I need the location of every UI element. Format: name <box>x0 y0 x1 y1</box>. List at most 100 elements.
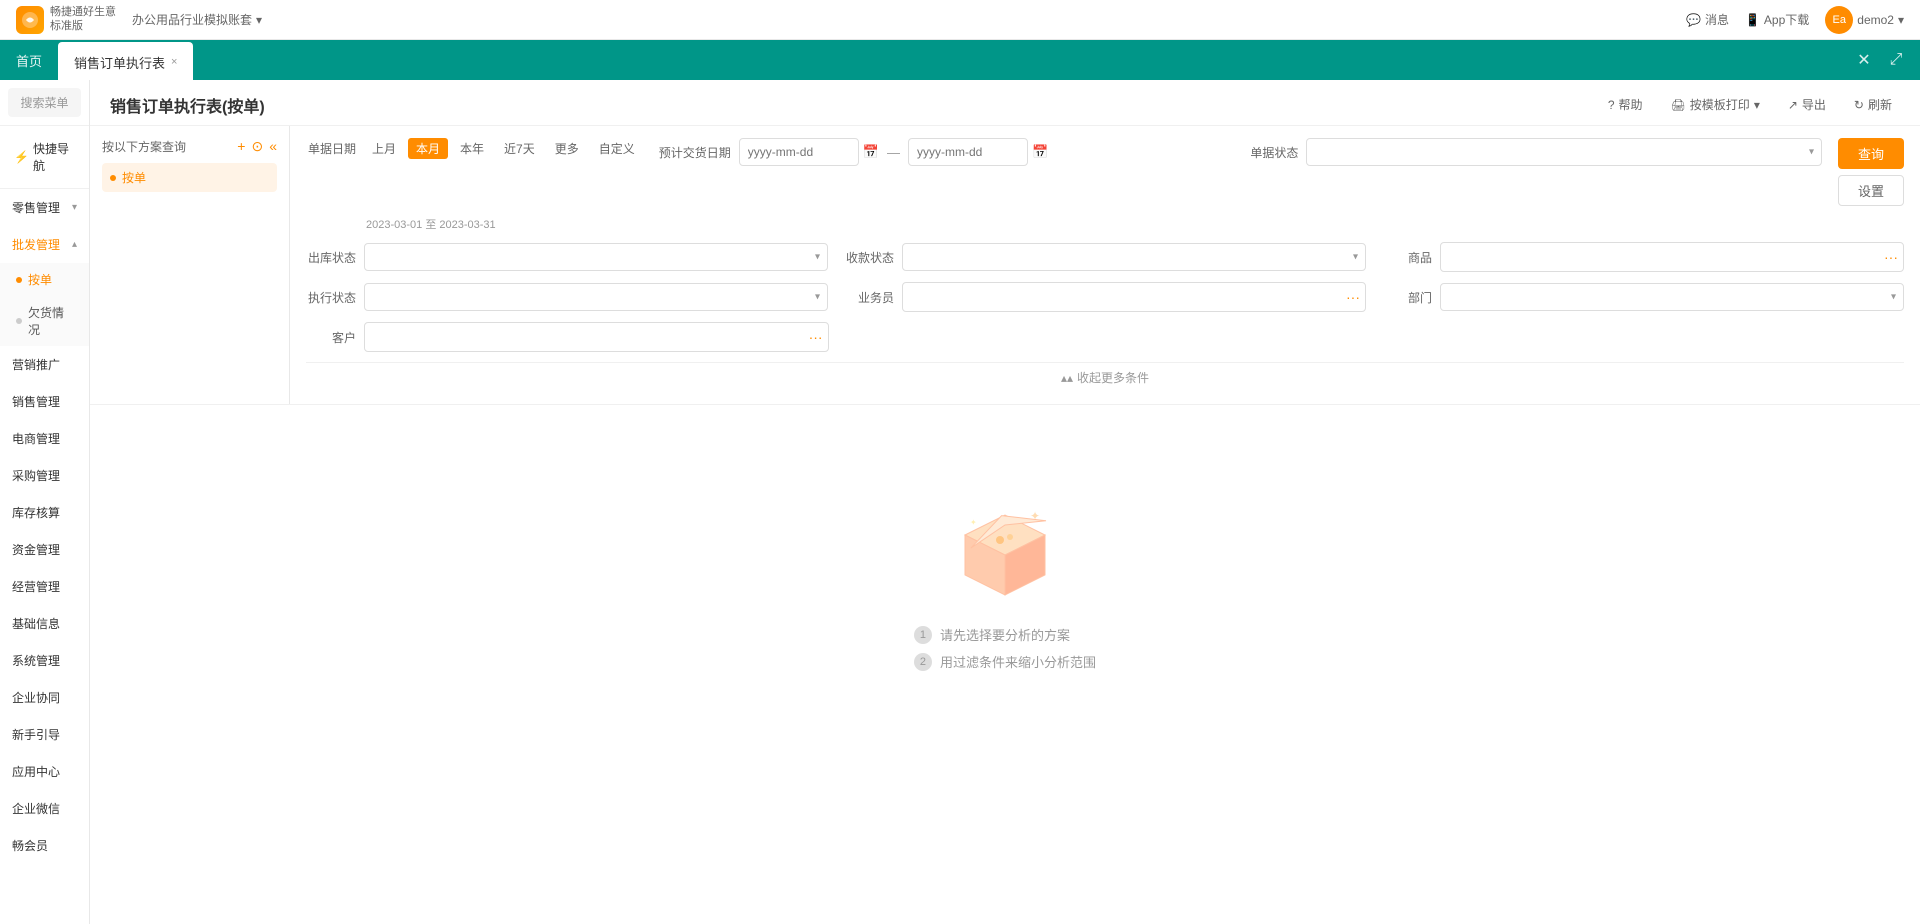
payment-status-select[interactable] <box>902 243 1366 271</box>
scheme-add-btn[interactable]: + <box>237 138 245 155</box>
calendar-end-icon[interactable]: 📅 <box>1032 144 1048 160</box>
user-menu[interactable]: Ea demo2 ▾ <box>1825 6 1904 34</box>
exec-status-select[interactable] <box>364 283 828 311</box>
user-menu-arrow: ▾ <box>1898 13 1904 27</box>
period-last-7-days[interactable]: 近7天 <box>496 138 543 159</box>
header-left: 畅捷通好生意 标准版 办公用品行业模拟账套 ▾ <box>16 6 270 34</box>
sidebar-item-newbie[interactable]: 新手引导 <box>0 716 89 753</box>
date-label: 单据日期 <box>306 140 356 157</box>
sidebar-item-retail[interactable]: 零售管理 ▾ <box>0 189 89 226</box>
sidebar-submenu-item-by-order[interactable]: 按单 <box>0 263 89 296</box>
sidebar-item-purchase[interactable]: 采购管理 <box>0 457 89 494</box>
tab-close-window-btn[interactable]: ✕ <box>1852 48 1876 72</box>
sidebar-item-sales[interactable]: 销售管理 <box>0 383 89 420</box>
tab-home[interactable]: 首页 <box>0 40 58 80</box>
tab-active[interactable]: 销售订单执行表 × <box>58 42 193 82</box>
product-dots-icon[interactable]: ··· <box>1884 249 1898 265</box>
period-last-month[interactable]: 上月 <box>364 138 404 159</box>
search-menu-btn[interactable]: 搜索菜单 <box>8 88 81 117</box>
scheme-item-by-order[interactable]: 按单 <box>102 163 277 192</box>
expected-date-label: 预计交货日期 <box>659 144 731 161</box>
query-btn[interactable]: 查询 <box>1838 138 1904 169</box>
sidebar-item-marketing[interactable]: 营销推广 <box>0 346 89 383</box>
sidebar-submenu-wholesale: 按单 欠货情况 <box>0 263 89 346</box>
sidebar-item-member[interactable]: 畅会员 <box>0 827 89 864</box>
sidebar-item-wholesale[interactable]: 批发管理 ▴ <box>0 226 89 263</box>
export-btn[interactable]: ↗ 导出 <box>1780 92 1834 117</box>
active-dot <box>16 277 22 283</box>
content-inner: 销售订单执行表(按单) ? 帮助 🖨 按模板打印 ▾ ↗ 导出 <box>90 80 1920 924</box>
quick-nav-icon: ⚡ <box>14 150 29 164</box>
refresh-btn[interactable]: ↻ 刷新 <box>1846 92 1900 117</box>
empty-state: ✦ ✦ 1 请先选择要分析的方案 2 用过滤条件来缩小分析范围 <box>90 405 1920 759</box>
page-header: 销售订单执行表(按单) ? 帮助 🖨 按模板打印 ▾ ↗ 导出 <box>90 80 1920 126</box>
sidebar-item-app-center[interactable]: 应用中心 <box>0 753 89 790</box>
print-icon: 🖨 <box>1671 98 1686 112</box>
exec-status-label: 执行状态 <box>306 289 356 306</box>
salesman-input[interactable] <box>902 282 1366 312</box>
tip-num-2: 2 <box>914 653 932 671</box>
delivery-status-select[interactable] <box>364 243 828 271</box>
delivery-status-wrapper <box>364 243 828 271</box>
sidebar: 搜索菜单 ⚡ 快捷导航 零售管理 ▾ 批发管理 ▴ 按单 欠货情况 <box>0 80 90 924</box>
sidebar-item-wechat[interactable]: 企业微信 <box>0 790 89 827</box>
date-range-text: 2023-03-01 至 2023-03-31 <box>366 219 496 231</box>
date-period-buttons: 上月 本月 本年 近7天 更多 自定义 <box>364 138 643 159</box>
scheme-copy-btn[interactable]: ⊙ <box>251 138 263 155</box>
company-selector[interactable]: 办公用品行业模拟账套 ▾ <box>124 7 270 32</box>
print-btn[interactable]: 🖨 按模板打印 ▾ <box>1663 92 1768 117</box>
department-label: 部门 <box>1382 289 1432 306</box>
scheme-collapse-btn[interactable]: « <box>269 138 277 155</box>
department-select[interactable] <box>1440 283 1904 311</box>
exec-status-wrapper <box>364 283 828 311</box>
tab-maximize-btn[interactable]: ⤢ <box>1884 48 1908 72</box>
period-this-month[interactable]: 本月 <box>408 138 448 159</box>
print-arrow: ▾ <box>1754 98 1760 112</box>
tip-num-1: 1 <box>914 626 932 644</box>
sidebar-submenu-item-backorder[interactable]: 欠货情况 <box>0 296 89 346</box>
delivery-status-label: 出库状态 <box>306 249 356 266</box>
status-label: 单据状态 <box>1248 144 1298 161</box>
scheme-panel: 按以下方案查询 + ⊙ « 按单 <box>90 126 290 404</box>
sidebar-item-enterprise[interactable]: 企业协同 <box>0 679 89 716</box>
period-custom[interactable]: 自定义 <box>591 138 643 159</box>
salesman-dots-icon[interactable]: ··· <box>1346 289 1360 305</box>
help-btn[interactable]: ? 帮助 <box>1600 92 1651 117</box>
logo-area: 畅捷通好生意 标准版 <box>16 6 116 34</box>
collapse-chevron-icon: ▴▴ <box>1061 371 1073 385</box>
settings-btn[interactable]: 设置 <box>1838 175 1904 206</box>
tab-close-icon[interactable]: × <box>171 56 177 68</box>
customer-input[interactable] <box>364 322 829 352</box>
filters-main: 单据日期 上月 本月 本年 近7天 更多 自定义 <box>290 126 1920 404</box>
sidebar-item-finance[interactable]: 资金管理 <box>0 531 89 568</box>
sidebar-item-operations[interactable]: 经营管理 <box>0 568 89 605</box>
message-btn[interactable]: 💬 消息 <box>1686 11 1729 28</box>
product-input[interactable] <box>1440 242 1904 272</box>
period-more[interactable]: 更多 <box>547 138 587 159</box>
department-wrapper <box>1440 283 1904 311</box>
sidebar-item-ecommerce[interactable]: 电商管理 <box>0 420 89 457</box>
customer-label: 客户 <box>306 329 356 346</box>
expected-date-start[interactable] <box>739 138 859 166</box>
scheme-active-dot <box>110 175 116 181</box>
sidebar-item-inventory[interactable]: 库存核算 <box>0 494 89 531</box>
period-this-year[interactable]: 本年 <box>452 138 492 159</box>
expected-date-group: 📅 — 📅 <box>739 138 1048 166</box>
svg-text:✦: ✦ <box>970 518 977 527</box>
sidebar-item-quick-nav[interactable]: ⚡ 快捷导航 <box>6 134 83 180</box>
inactive-dot <box>16 318 22 324</box>
sidebar-item-basic-info[interactable]: 基础信息 <box>0 605 89 642</box>
app-download-icon: 📱 <box>1745 13 1760 27</box>
collapse-btn[interactable]: ▴▴ 收起更多条件 <box>306 362 1904 392</box>
product-label: 商品 <box>1382 249 1432 266</box>
page-title: 销售订单执行表(按单) <box>110 93 265 117</box>
status-select[interactable] <box>1306 138 1822 166</box>
expected-date-end[interactable] <box>908 138 1028 166</box>
customer-dots-icon[interactable]: ··· <box>809 329 823 345</box>
app-download-btn[interactable]: 📱 App下载 <box>1745 11 1809 28</box>
content-area: 销售订单执行表(按单) ? 帮助 🖨 按模板打印 ▾ ↗ 导出 <box>90 80 1920 924</box>
sidebar-item-system[interactable]: 系统管理 <box>0 642 89 679</box>
calendar-start-icon[interactable]: 📅 <box>863 144 879 160</box>
tab-bar-actions: ✕ ⤢ <box>1852 48 1920 72</box>
refresh-icon: ↻ <box>1854 98 1864 112</box>
